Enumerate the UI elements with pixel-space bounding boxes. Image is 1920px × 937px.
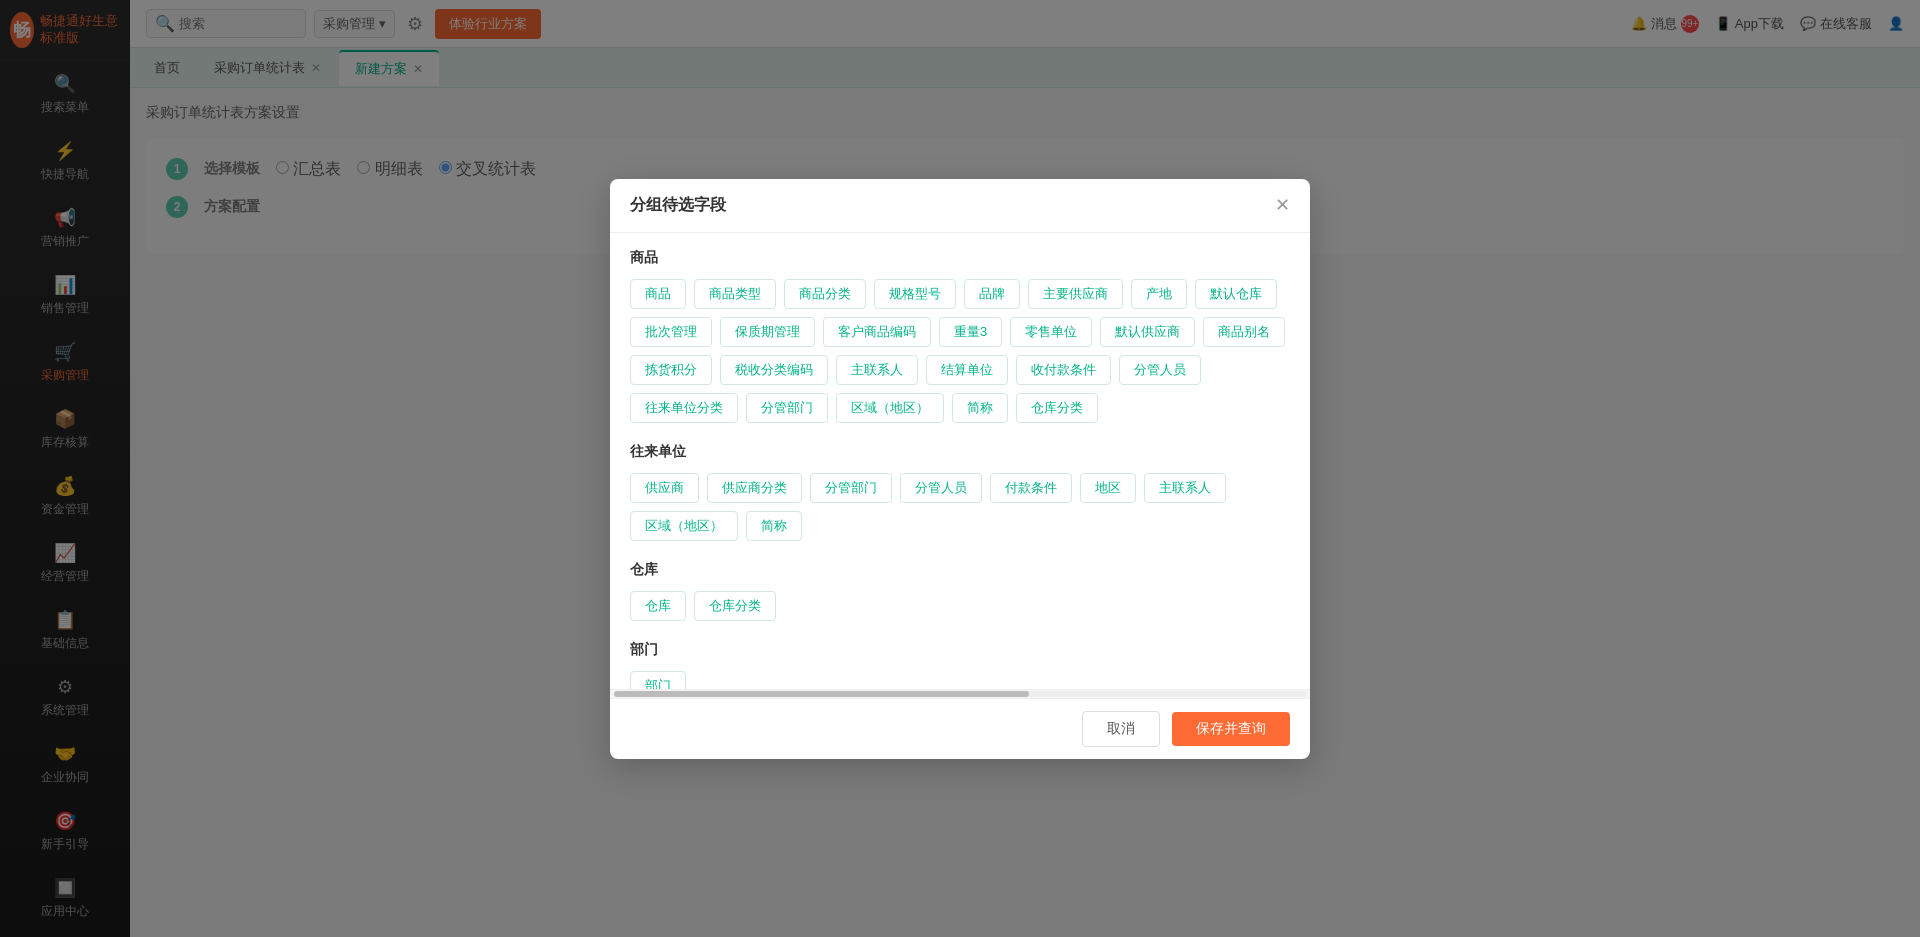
field-partner-region[interactable]: 区域（地区） xyxy=(630,511,738,541)
field-retail-unit[interactable]: 零售单位 xyxy=(1010,317,1092,347)
modal-close-button[interactable]: ✕ xyxy=(1275,196,1290,214)
field-warehouse[interactable]: 仓库 xyxy=(630,591,686,621)
field-origin[interactable]: 产地 xyxy=(1131,279,1187,309)
field-pick-points[interactable]: 拣货积分 xyxy=(630,355,712,385)
section-partner-title: 往来单位 xyxy=(630,443,1290,461)
section-department-title: 部门 xyxy=(630,641,1290,659)
field-product-spec[interactable]: 规格型号 xyxy=(874,279,956,309)
field-pay-condition[interactable]: 付款条件 xyxy=(990,473,1072,503)
section-product-fields: 商品 商品类型 商品分类 规格型号 品牌 主要供应商 产地 默认仓库 批次管理 … xyxy=(630,279,1290,423)
section-product-title: 商品 xyxy=(630,249,1290,267)
modal-overlay: 分组待选字段 ✕ 商品 商品 商品类型 商品分类 规格型号 品牌 主要供应商 产… xyxy=(0,0,1920,937)
field-warehouse-category[interactable]: 仓库分类 xyxy=(1016,393,1098,423)
confirm-button[interactable]: 保存并查询 xyxy=(1172,712,1290,746)
field-customer-code[interactable]: 客户商品编码 xyxy=(823,317,931,347)
field-region[interactable]: 区域（地区） xyxy=(836,393,944,423)
field-default-supplier[interactable]: 默认供应商 xyxy=(1100,317,1195,347)
field-batch-mgmt[interactable]: 批次管理 xyxy=(630,317,712,347)
modal-header: 分组待选字段 ✕ xyxy=(610,179,1310,233)
section-warehouse: 仓库 仓库 仓库分类 xyxy=(630,561,1290,621)
field-product-category[interactable]: 商品分类 xyxy=(784,279,866,309)
field-default-warehouse[interactable]: 默认仓库 xyxy=(1195,279,1277,309)
field-contact-category[interactable]: 往来单位分类 xyxy=(630,393,738,423)
section-partner-fields: 供应商 供应商分类 分管部门 分管人员 付款条件 地区 主联系人 区域（地区） … xyxy=(630,473,1290,541)
modal-horizontal-scrollbar[interactable] xyxy=(610,689,1310,697)
section-partner: 往来单位 供应商 供应商分类 分管部门 分管人员 付款条件 地区 主联系人 区域… xyxy=(630,443,1290,541)
field-area[interactable]: 地区 xyxy=(1080,473,1136,503)
field-dept[interactable]: 分管部门 xyxy=(746,393,828,423)
section-department-fields: 部门 xyxy=(630,671,1290,690)
field-partner-abbr[interactable]: 简称 xyxy=(746,511,802,541)
field-product[interactable]: 商品 xyxy=(630,279,686,309)
field-partner-supervisor[interactable]: 分管人员 xyxy=(900,473,982,503)
field-supervisor[interactable]: 分管人员 xyxy=(1119,355,1201,385)
field-payment-terms[interactable]: 收付款条件 xyxy=(1016,355,1111,385)
modal-footer: 取消 保存并查询 xyxy=(610,698,1310,759)
field-supplier[interactable]: 供应商 xyxy=(630,473,699,503)
field-select-modal: 分组待选字段 ✕ 商品 商品 商品类型 商品分类 规格型号 品牌 主要供应商 产… xyxy=(610,179,1310,759)
field-product-type[interactable]: 商品类型 xyxy=(694,279,776,309)
field-abbr[interactable]: 简称 xyxy=(952,393,1008,423)
modal-title: 分组待选字段 xyxy=(630,195,726,216)
field-product-alias[interactable]: 商品别名 xyxy=(1203,317,1285,347)
section-warehouse-title: 仓库 xyxy=(630,561,1290,579)
field-supplier-category[interactable]: 供应商分类 xyxy=(707,473,802,503)
cancel-button[interactable]: 取消 xyxy=(1082,711,1160,747)
field-tax-code[interactable]: 税收分类编码 xyxy=(720,355,828,385)
field-expiry-mgmt[interactable]: 保质期管理 xyxy=(720,317,815,347)
section-product: 商品 商品 商品类型 商品分类 规格型号 品牌 主要供应商 产地 默认仓库 批次… xyxy=(630,249,1290,423)
field-partner-dept[interactable]: 分管部门 xyxy=(810,473,892,503)
field-partner-main-contact[interactable]: 主联系人 xyxy=(1144,473,1226,503)
field-main-supplier[interactable]: 主要供应商 xyxy=(1028,279,1123,309)
field-department[interactable]: 部门 xyxy=(630,671,686,690)
field-main-contact[interactable]: 主联系人 xyxy=(836,355,918,385)
field-settlement-unit[interactable]: 结算单位 xyxy=(926,355,1008,385)
section-warehouse-fields: 仓库 仓库分类 xyxy=(630,591,1290,621)
section-department: 部门 部门 xyxy=(630,641,1290,690)
field-product-brand[interactable]: 品牌 xyxy=(964,279,1020,309)
modal-body: 商品 商品 商品类型 商品分类 规格型号 品牌 主要供应商 产地 默认仓库 批次… xyxy=(610,233,1310,690)
field-warehouse-cat[interactable]: 仓库分类 xyxy=(694,591,776,621)
field-weight3[interactable]: 重量3 xyxy=(939,317,1002,347)
